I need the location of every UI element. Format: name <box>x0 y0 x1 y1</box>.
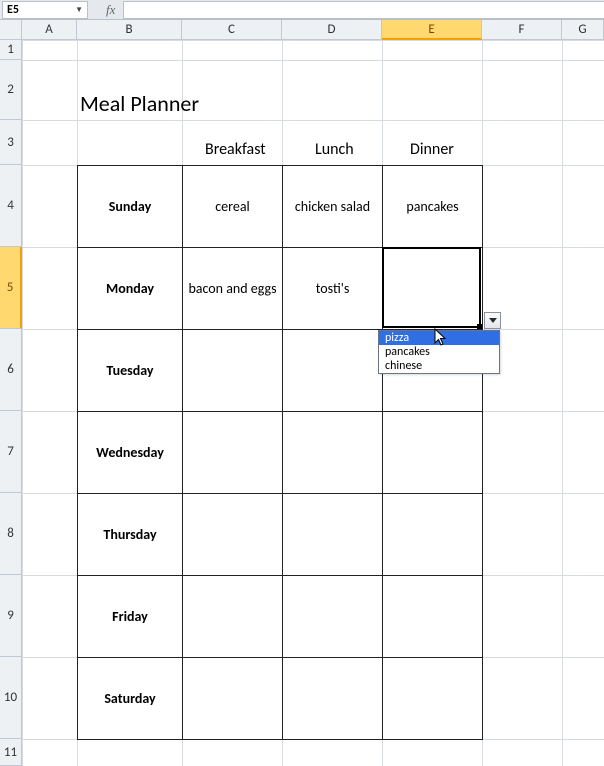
spreadsheet-grid[interactable]: ABCDEFG 1234567891011 Meal Planner Break… <box>0 20 604 766</box>
day-label[interactable]: Tuesday <box>78 330 183 412</box>
lunch-cell[interactable] <box>283 412 383 494</box>
row-header-4[interactable]: 4 <box>0 165 22 247</box>
row-header-2[interactable]: 2 <box>0 60 22 120</box>
breakfast-cell[interactable] <box>183 330 283 412</box>
column-header-A[interactable]: A <box>22 20 77 40</box>
breakfast-cell[interactable]: cereal <box>183 166 283 248</box>
lunch-cell[interactable] <box>283 576 383 658</box>
dinner-cell[interactable] <box>383 658 483 740</box>
formula-bar-area: E5 ▼ fx <box>0 0 604 20</box>
column-header-D[interactable]: D <box>282 20 382 40</box>
breakfast-cell[interactable]: bacon and eggs <box>183 248 283 330</box>
breakfast-cell[interactable] <box>183 412 283 494</box>
row-header-11[interactable]: 11 <box>0 739 22 766</box>
lunch-cell[interactable] <box>283 494 383 576</box>
column-header-E[interactable]: E <box>382 20 482 40</box>
day-label[interactable]: Saturday <box>78 658 183 740</box>
breakfast-cell[interactable] <box>183 494 283 576</box>
fx-icon[interactable]: fx <box>90 2 123 18</box>
chevron-down-icon <box>489 318 497 323</box>
dropdown-option[interactable]: pancakes <box>379 345 499 359</box>
name-box-value: E5 <box>7 3 19 17</box>
dropdown-option[interactable]: chinese <box>379 359 499 373</box>
row-header-6[interactable]: 6 <box>0 329 22 411</box>
breakfast-cell[interactable] <box>183 576 283 658</box>
col-header-dinner: Dinner <box>410 140 454 159</box>
cells-canvas[interactable]: Meal Planner Breakfast Lunch Dinner Sund… <box>22 40 604 766</box>
day-label[interactable]: Sunday <box>78 166 183 248</box>
col-header-breakfast: Breakfast <box>205 140 266 159</box>
row-header-7[interactable]: 7 <box>0 411 22 493</box>
day-label[interactable]: Monday <box>78 248 183 330</box>
dinner-cell[interactable] <box>383 494 483 576</box>
data-validation-dropdown-list[interactable]: pizzapancakeschinese <box>378 330 500 374</box>
dinner-cell[interactable] <box>383 412 483 494</box>
row-header-3[interactable]: 3 <box>0 120 22 165</box>
day-label[interactable]: Wednesday <box>78 412 183 494</box>
meal-planner-table: Sundaycerealchicken saladpancakes Mondayb… <box>77 165 483 740</box>
data-validation-dropdown-button[interactable] <box>484 312 501 329</box>
chevron-down-icon[interactable]: ▼ <box>75 5 83 15</box>
name-box[interactable]: E5 ▼ <box>2 1 88 19</box>
col-header-lunch: Lunch <box>315 140 354 159</box>
dropdown-option[interactable]: pizza <box>379 331 499 345</box>
lunch-cell[interactable] <box>283 658 383 740</box>
row-header-1[interactable]: 1 <box>0 40 22 60</box>
row-header-5[interactable]: 5 <box>0 247 22 329</box>
column-header-F[interactable]: F <box>482 20 562 40</box>
column-header-G[interactable]: G <box>562 20 604 40</box>
row-header-10[interactable]: 10 <box>0 657 22 739</box>
dinner-cell[interactable] <box>383 576 483 658</box>
lunch-cell[interactable]: chicken salad <box>283 166 383 248</box>
page-title: Meal Planner <box>80 90 199 117</box>
lunch-cell[interactable] <box>283 330 383 412</box>
column-header-C[interactable]: C <box>182 20 282 40</box>
formula-input[interactable] <box>123 1 604 19</box>
row-header-8[interactable]: 8 <box>0 493 22 575</box>
dinner-cell[interactable]: pancakes <box>383 166 483 248</box>
row-header-9[interactable]: 9 <box>0 575 22 657</box>
column-header-B[interactable]: B <box>77 20 182 40</box>
lunch-cell[interactable]: tosti's <box>283 248 383 330</box>
dinner-cell[interactable] <box>383 248 483 330</box>
day-label[interactable]: Thursday <box>78 494 183 576</box>
day-label[interactable]: Friday <box>78 576 183 658</box>
select-all-corner[interactable] <box>0 20 22 40</box>
breakfast-cell[interactable] <box>183 658 283 740</box>
